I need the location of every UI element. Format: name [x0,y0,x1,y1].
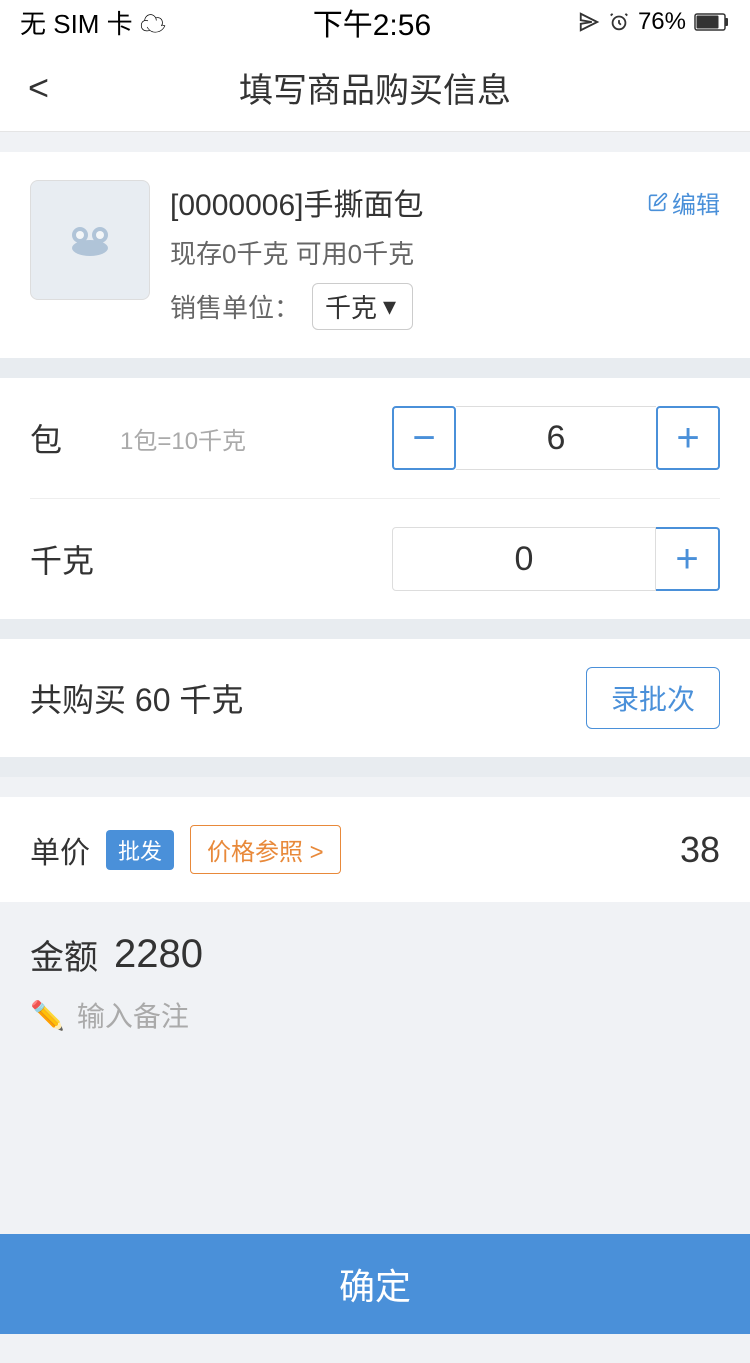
input-section: 包 1包=10千克 − + 千克 + [0,378,750,619]
bao-decrement-button[interactable]: − [392,406,456,470]
price-ref-button[interactable]: 价格参照 > [190,825,341,874]
back-button[interactable]: < [28,67,49,109]
battery-icon [694,12,730,32]
kg-quantity-control: + [392,527,720,591]
status-right: 76% [578,8,730,36]
product-card: [0000006]手撕面包 编辑 现存0千克 可用0千克 销售单位： 千克 ▾ [0,152,750,358]
edit-icon [648,192,668,212]
dropdown-arrow: ▾ [383,291,396,322]
batch-button[interactable]: 录批次 [586,667,720,729]
price-label: 单价 [30,828,90,872]
price-value: 38 [680,829,720,871]
unit-value: 千克 [325,288,377,325]
product-info: [0000006]手撕面包 编辑 现存0千克 可用0千克 销售单位： 千克 ▾ [170,180,720,330]
status-left: 无 SIM 卡 ☁ [20,4,166,41]
kg-increment-button[interactable]: + [656,527,720,591]
alarm-icon [608,11,630,33]
status-bar: 无 SIM 卡 ☁ 下午2:56 76% [0,0,750,44]
kg-input-row: 千克 + [30,499,720,619]
bao-quantity-input[interactable] [456,406,656,470]
section-separator-1 [0,358,750,378]
price-section: 单价 批发 价格参照 > 38 [0,797,750,902]
section-separator-2 [0,619,750,639]
nav-bar: < 填写商品购买信息 [0,44,750,132]
amount-label: 金额 [30,930,98,979]
confirm-button[interactable]: 确定 [0,1234,750,1334]
page-title: 填写商品购买信息 [239,63,511,112]
remark-row[interactable]: ✏️ 输入备注 [30,995,720,1035]
amount-section: 金额 2280 ✏️ 输入备注 [0,902,750,1063]
product-stock: 现存0千克 可用0千克 [170,234,720,271]
edit-label: 编辑 [672,185,720,220]
product-unit-row: 销售单位： 千克 ▾ [170,283,720,330]
unit-select[interactable]: 千克 ▾ [312,283,413,330]
kg-quantity-input[interactable] [392,527,656,591]
bao-input-row: 包 1包=10千克 − + [30,378,720,499]
signal-text: 无 SIM 卡 ☁ [20,4,166,41]
total-text: 共购买 60 千克 [30,675,243,721]
remark-placeholder: 输入备注 [77,995,189,1035]
bao-quantity-control: − + [392,406,720,470]
price-row: 单价 批发 价格参照 > 38 [30,825,720,874]
product-logo-icon [60,210,120,270]
product-name-row: [0000006]手撕面包 编辑 [170,180,720,224]
section-separator-3 [0,757,750,777]
product-image [30,180,150,300]
pencil-icon: ✏️ [30,999,65,1032]
location-icon [578,11,600,33]
price-tag: 批发 [106,830,174,870]
bao-hint: 1包=10千克 [120,421,392,456]
product-name: [0000006]手撕面包 [170,180,423,224]
kg-label: 千克 [30,536,110,582]
total-section: 共购买 60 千克 录批次 [0,639,750,757]
bao-increment-button[interactable]: + [656,406,720,470]
unit-label: 销售单位： [170,288,300,325]
edit-button[interactable]: 编辑 [648,185,720,220]
amount-value: 2280 [114,932,203,977]
battery-text: 76% [638,8,686,36]
amount-row: 金额 2280 [30,930,720,979]
status-time: 下午2:56 [313,0,431,44]
bao-label: 包 [30,415,110,461]
